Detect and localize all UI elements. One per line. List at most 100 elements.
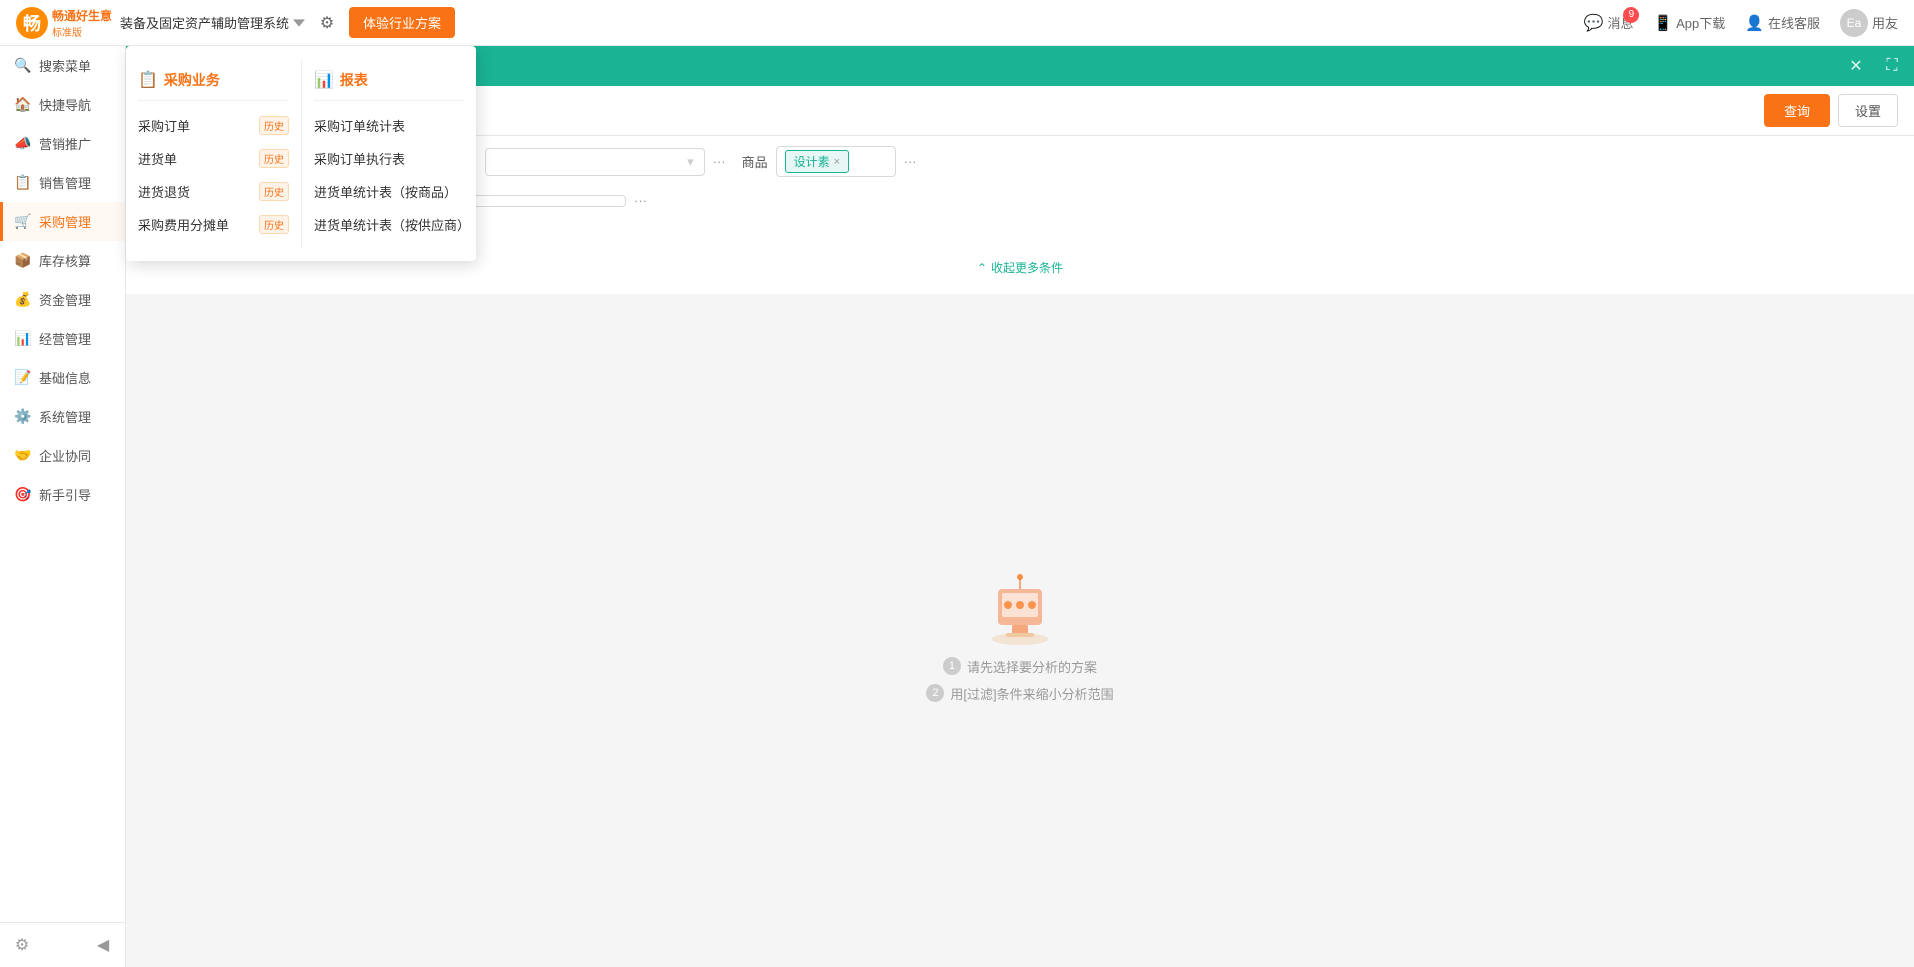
empty-hint-1: 1 请先选择要分析的方案: [943, 657, 1097, 676]
sidebar-item-finance[interactable]: 💰 资金管理: [0, 280, 125, 319]
sidebar-item-label: 搜索菜单: [39, 56, 91, 75]
message-badge: 9: [1623, 7, 1639, 23]
sidebar-item-label: 营销推广: [39, 134, 91, 153]
sidebar-item-label: 系统管理: [39, 407, 91, 426]
dropdown-grid: 📋 采购业务 采购订单 历史 进货单 历史 进货退货: [126, 58, 476, 249]
dropdown-item-po-exec-label: 采购订单执行表: [314, 149, 405, 168]
industry-btn[interactable]: 体验行业方案: [349, 7, 455, 38]
goods-tag-close-icon[interactable]: ×: [834, 156, 840, 168]
goods-input[interactable]: 设计素 ×: [776, 146, 896, 177]
sidebar-item-sales[interactable]: 📋 销售管理: [0, 163, 125, 202]
sidebar-item-guide[interactable]: 🎯 新手引导: [0, 475, 125, 514]
sidebar-collapse-btn[interactable]: ◀: [89, 931, 117, 959]
dropdown-item-po-stat[interactable]: 采购订单统计表: [314, 109, 464, 142]
sidebar-item-operations[interactable]: 📊 经营管理: [0, 319, 125, 358]
sidebar-settings-btn[interactable]: ⚙: [8, 931, 36, 959]
online-service-label: 在线客服: [1768, 13, 1820, 32]
sidebar-item-quick-nav[interactable]: 🏠 快捷导航: [0, 85, 125, 124]
app-version: 标准版: [52, 24, 112, 39]
logo-area: 畅 畅通好生意 标准版: [16, 7, 112, 39]
tab-actions: ✕ ⛶: [1842, 52, 1906, 80]
dropdown-item-po[interactable]: 采购订单 历史: [138, 109, 289, 142]
user-menu[interactable]: Ea 用友: [1840, 9, 1898, 37]
dropdown-arrow-icon: [293, 19, 305, 27]
sidebar-item-inventory[interactable]: 📦 库存核算: [0, 241, 125, 280]
top-bar-left: 畅 畅通好生意 标准版 装备及固定资产辅助管理系统 ⚙ 体验行业方案: [16, 7, 455, 39]
sidebar-item-basic-info[interactable]: 📝 基础信息: [0, 358, 125, 397]
goods-tag: 设计素 ×: [785, 150, 849, 173]
dropdown-item-return[interactable]: 进货退货 历史: [138, 175, 289, 208]
sidebar-item-system[interactable]: ⚙️ 系统管理: [0, 397, 125, 436]
dropdown-item-receive-label: 进货单: [138, 149, 177, 168]
inventory-icon: 📦: [15, 253, 31, 269]
history-badge-expense: 历史: [259, 215, 289, 234]
collapse-label: 收起更多条件: [991, 259, 1063, 276]
dropdown-item-po-stat-label: 采购订单统计表: [314, 116, 405, 135]
dropdown-item-receive-stat-supplier-label: 进货单统计表（按供应商）: [314, 215, 464, 234]
dropdown-col1-title: 采购业务: [164, 70, 220, 90]
sidebar-item-label: 新手引导: [39, 485, 91, 504]
search-icon: 🔍: [15, 58, 31, 74]
enterprise-icon: 🤝: [15, 448, 31, 464]
top-bar: 畅 畅通好生意 标准版 装备及固定资产辅助管理系统 ⚙ 体验行业方案 💬 消息 …: [0, 0, 1914, 46]
status-input[interactable]: ▾: [485, 148, 705, 176]
dropdown-item-po-label: 采购订单: [138, 116, 190, 135]
sidebar-item-label: 采购管理: [39, 212, 91, 231]
dropdown-item-receive-stat-goods-label: 进货单统计表（按商品）: [314, 182, 457, 201]
dropdown-col2-header: 📊 报表: [314, 66, 464, 101]
status-chevron-down: ▾: [687, 154, 694, 170]
dropdown-item-receive-stat-goods[interactable]: 进货单统计表（按商品）: [314, 175, 464, 208]
sidebar-item-search[interactable]: 🔍 搜索菜单: [0, 46, 125, 85]
top-bar-right: 💬 消息 9 📱 App下载 👤 在线客服 Ea 用友: [1584, 9, 1898, 37]
sidebar: 🔍 搜索菜单 🏠 快捷导航 📣 营销推广 📋 销售管理 🛒 采购管: [0, 46, 126, 967]
history-badge-return: 历史: [259, 182, 289, 201]
logo-icon: 畅: [16, 7, 48, 39]
sidebar-item-purchase[interactable]: 🛒 采购管理: [0, 202, 125, 241]
step1-number: 1: [943, 657, 961, 675]
home-icon: 🏠: [15, 97, 31, 113]
online-service-btn[interactable]: 👤 在线客服: [1745, 13, 1820, 32]
dropdown-item-expense-label: 采购费用分摊单: [138, 215, 229, 234]
sidebar-bottom: ⚙ ◀: [0, 922, 125, 967]
tab-close-window-btn[interactable]: ✕: [1842, 52, 1870, 80]
app-container: 畅 畅通好生意 标准版 装备及固定资产辅助管理系统 ⚙ 体验行业方案 💬 消息 …: [0, 0, 1914, 967]
system-title-dropdown[interactable]: 装备及固定资产辅助管理系统: [120, 13, 305, 32]
history-badge-receive: 历史: [259, 149, 289, 168]
goods-label: 商品: [742, 152, 768, 171]
empty-svg: [970, 559, 1070, 649]
finance-icon: 💰: [15, 292, 31, 308]
dropdown-item-receive[interactable]: 进货单 历史: [138, 142, 289, 175]
purchase-icon: 🛒: [15, 214, 31, 230]
tab-resize-btn[interactable]: ⛶: [1878, 52, 1906, 80]
hint2-text: 用[过滤]条件来缩小分析范围: [950, 684, 1113, 703]
step2-number: 2: [926, 684, 944, 702]
query-btn[interactable]: 查询: [1764, 94, 1830, 127]
dropdown-item-receive-stat-supplier[interactable]: 进货单统计表（按供应商）: [314, 208, 464, 241]
salesperson-dots[interactable]: ···: [634, 193, 647, 208]
settings-btn[interactable]: 设置: [1838, 94, 1898, 127]
message-btn[interactable]: 💬 消息 9: [1584, 13, 1634, 33]
sidebar-item-marketing[interactable]: 📣 营销推广: [0, 124, 125, 163]
app-download-btn[interactable]: 📱 App下载: [1653, 13, 1725, 32]
dropdown-item-return-label: 进货退货: [138, 182, 190, 201]
toolbar-right: 查询 设置: [1764, 94, 1898, 127]
dropdown-col-reports: 📊 报表 采购订单统计表 采购订单执行表 进货单统计表（按商品）: [301, 58, 476, 249]
dropdown-item-po-exec[interactable]: 采购订单执行表: [314, 142, 464, 175]
sidebar-item-label: 库存核算: [39, 251, 91, 270]
basic-info-icon: 📝: [15, 370, 31, 386]
message-icon: 💬: [1584, 13, 1604, 33]
sidebar-item-enterprise[interactable]: 🤝 企业协同: [0, 436, 125, 475]
main-content: 1 请先选择要分析的方案 2 用[过滤]条件来缩小分析范围: [126, 294, 1914, 967]
dropdown-item-expense[interactable]: 采购费用分摊单 历史: [138, 208, 289, 241]
user-label: 用友: [1872, 13, 1898, 32]
goods-dots[interactable]: ···: [904, 154, 917, 169]
sidebar-item-label: 经营管理: [39, 329, 91, 348]
sidebar-items: 🔍 搜索菜单 🏠 快捷导航 📣 营销推广 📋 销售管理 🛒 采购管: [0, 46, 125, 514]
sidebar-item-label: 销售管理: [39, 173, 91, 192]
phone-icon: 📱: [1653, 14, 1672, 32]
sidebar-item-label: 基础信息: [39, 368, 91, 387]
dropdown-col1-header: 📋 采购业务: [138, 66, 289, 101]
settings-gear-icon[interactable]: ⚙: [313, 9, 341, 37]
status-dots[interactable]: ···: [713, 154, 726, 169]
sidebar-item-label: 企业协同: [39, 446, 91, 465]
